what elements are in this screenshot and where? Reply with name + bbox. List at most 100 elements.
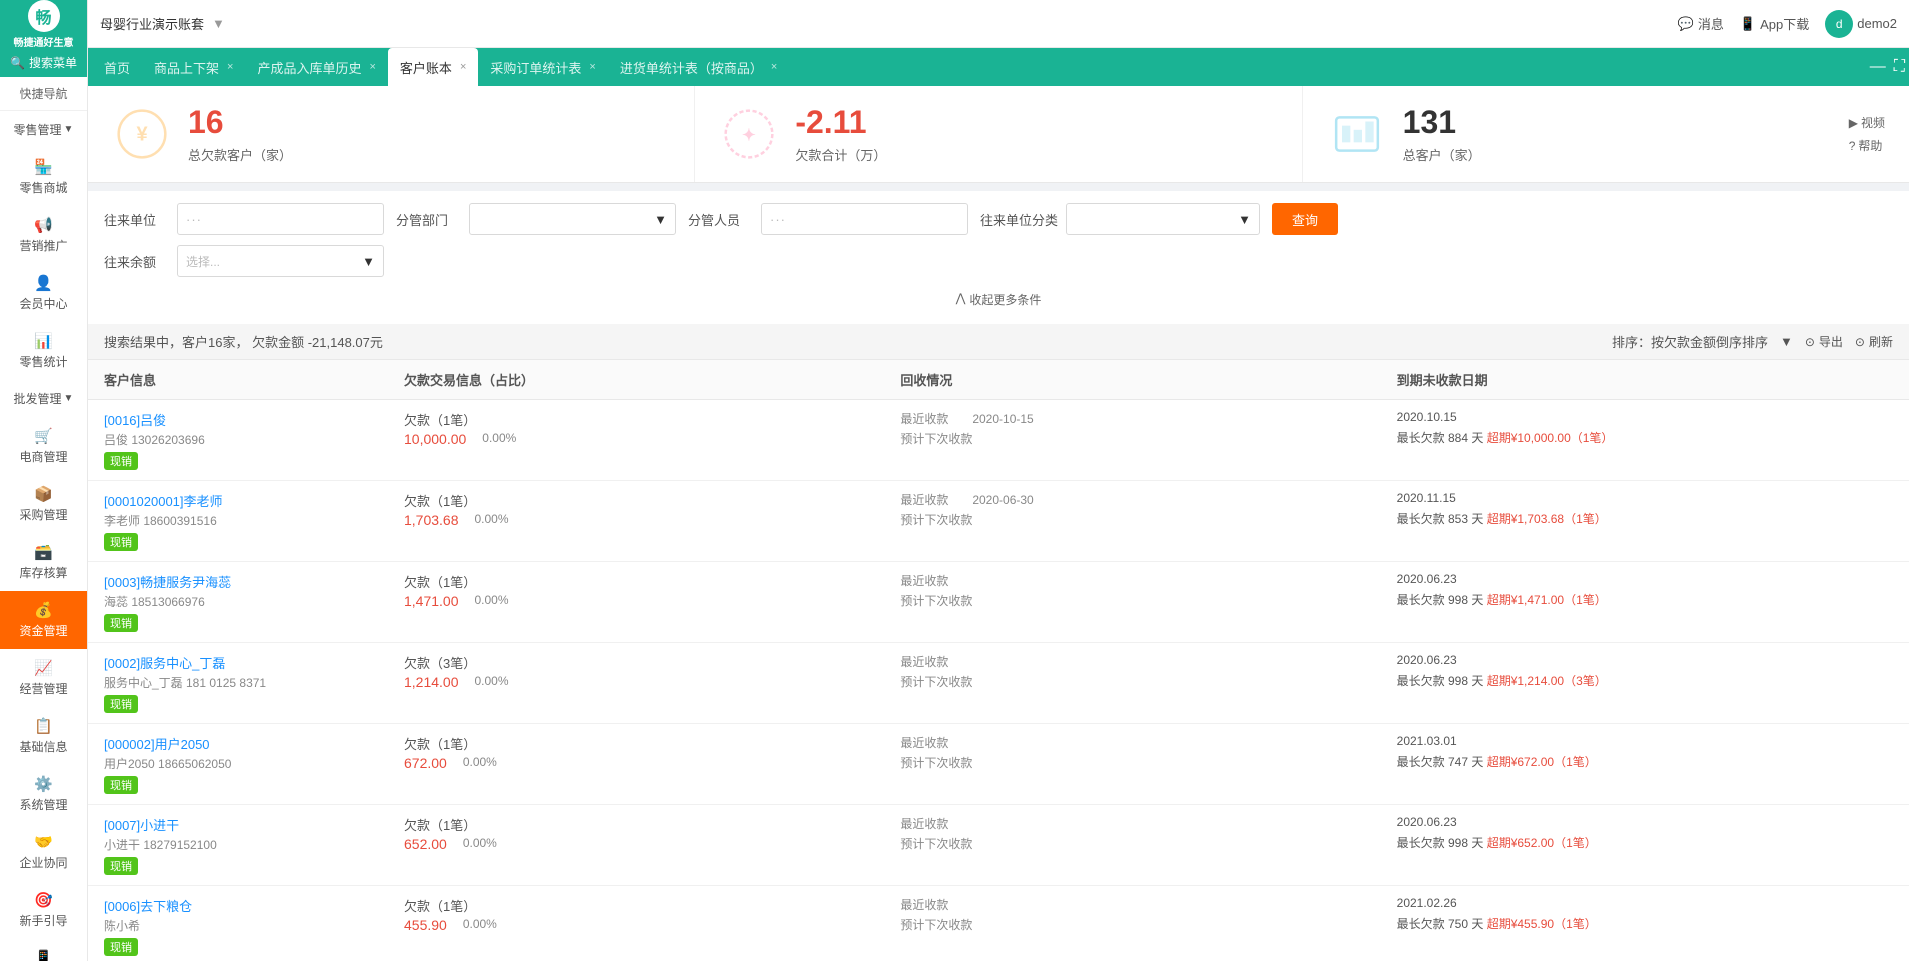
- chevron-down-icon: ▼: [212, 16, 225, 31]
- sidebar-item-label: 批发管理: [14, 390, 62, 407]
- debt-count: 欠款（1笔）: [404, 896, 476, 915]
- customer-name-link[interactable]: [000002]用户2050: [104, 737, 210, 752]
- filter-category-select[interactable]: ▼: [1066, 203, 1260, 235]
- sidebar-search-menu[interactable]: 🔍 搜索菜单: [0, 48, 87, 77]
- overdue-amount-link[interactable]: 超期¥672.00（1笔）: [1487, 755, 1597, 769]
- next-recovery-label: 预计下次收款: [900, 592, 1396, 609]
- sidebar-item-member[interactable]: 👤 会员中心: [0, 264, 87, 322]
- help-btn[interactable]: ? 帮助: [1849, 137, 1885, 154]
- gear-icon: ⚙️: [34, 775, 53, 793]
- overdue-amount-link[interactable]: 超期¥1,214.00（3笔）: [1487, 674, 1607, 688]
- finance-icon: 💰: [34, 601, 53, 619]
- debt-amount: 652.00: [404, 836, 447, 852]
- customer-name-link[interactable]: [0006]去下粮仓: [104, 899, 192, 914]
- sidebar-item-inventory[interactable]: 🗃️ 库存核算: [0, 533, 87, 591]
- tab-purchase-order[interactable]: 采购订单统计表 ×: [478, 48, 607, 86]
- filter-customer-input[interactable]: ···: [177, 203, 384, 235]
- sidebar-logo: 畅 畅捷通好生意: [0, 0, 87, 48]
- user-avatar[interactable]: d demo2: [1825, 10, 1897, 38]
- customer-name-link[interactable]: [0002]服务中心_丁磊: [104, 656, 225, 671]
- sidebar-item-retail-stats[interactable]: 📊 零售统计: [0, 322, 87, 380]
- overdue-days: 最长欠款 853 天 超期¥1,703.68（1笔）: [1397, 510, 1893, 527]
- help-icon: ?: [1849, 139, 1856, 153]
- sidebar-item-marketing[interactable]: 📢 营销推广: [0, 206, 87, 264]
- app-icon: 📱: [34, 949, 53, 961]
- sidebar-item-new-guide[interactable]: 🎯 新手引导: [0, 881, 87, 939]
- sidebar-item-ecommerce[interactable]: 🛒 电商管理: [0, 417, 87, 475]
- sidebar-item-label: 采购管理: [19, 506, 67, 523]
- debt-percent: 0.00%: [463, 755, 497, 769]
- debt-count: 欠款（1笔）: [404, 734, 476, 753]
- sidebar-item-basic[interactable]: 📋 基础信息: [0, 707, 87, 765]
- filter-balance-select[interactable]: 选择... ▼: [177, 245, 384, 277]
- video-btn[interactable]: ▶ 视频: [1849, 114, 1885, 131]
- tabs-maximize-btn[interactable]: ⛶: [1894, 58, 1905, 76]
- sidebar-item-purchase[interactable]: 📦 采购管理: [0, 475, 87, 533]
- customer-name-link[interactable]: [0007]小进干: [104, 818, 179, 833]
- customer-name-link[interactable]: [0001020001]李老师: [104, 494, 223, 509]
- tab-instock-stats[interactable]: 进货单统计表（按商品） ×: [608, 48, 789, 86]
- tab-product-off[interactable]: 商品上下架 ×: [142, 48, 245, 86]
- refresh-btn[interactable]: ⊙ 刷新: [1855, 333, 1893, 350]
- filter-dots2: ···: [770, 212, 786, 227]
- sidebar-item-app-center[interactable]: 📱 应用中心: [0, 939, 87, 961]
- collapse-filters-btn[interactable]: ⋀ 收起更多条件: [104, 287, 1893, 312]
- export-btn[interactable]: ⊙ 导出: [1805, 333, 1843, 350]
- tab-label: 客户账本: [400, 58, 452, 77]
- sidebar-item-label: 会员中心: [19, 295, 67, 312]
- stats-row: ¥ 16 总欠款客户（家） ✦: [88, 86, 1909, 183]
- tab-close-icon[interactable]: ×: [369, 61, 375, 73]
- sidebar-quick-nav[interactable]: 快捷导航: [0, 77, 87, 111]
- sidebar-item-batch-mgmt[interactable]: 批发管理 ▼: [0, 380, 87, 417]
- customer-name-link[interactable]: [0003]畅捷服务尹海蕊: [104, 575, 231, 590]
- tab-close-icon[interactable]: ×: [589, 61, 595, 73]
- sidebar-item-retail-mall[interactable]: 🏪 零售商城: [0, 148, 87, 206]
- debt-amount: 1,214.00: [404, 674, 459, 690]
- customer-phone: 用户2050 18665062050: [104, 755, 404, 772]
- filter-dept-select[interactable]: ▼: [469, 203, 676, 235]
- overdue-amount-link[interactable]: 超期¥455.90（1笔）: [1487, 917, 1597, 931]
- app-download-btn[interactable]: 📱 App下载: [1740, 14, 1809, 33]
- stat-card-debt-total: ✦ -2.11 欠款合计（万）: [695, 86, 1302, 182]
- tab-product-history[interactable]: 产成品入库单历史 ×: [245, 48, 387, 86]
- overdue-date: 2020.06.23: [1397, 572, 1893, 586]
- filter-balance: 往来余额 选择... ▼: [104, 245, 384, 277]
- results-amount: 欠款金额 -21,148.07元: [252, 335, 383, 350]
- customer-phone: 李老师 18600391516: [104, 512, 404, 529]
- tab-close-icon[interactable]: ×: [460, 61, 466, 73]
- col-overdue: 到期未收款日期: [1397, 370, 1893, 389]
- purchase-icon: 📦: [34, 485, 53, 503]
- filter-area: 往来单位 ··· 分管部门 ▼ 分管人员: [88, 191, 1909, 324]
- overdue-days: 最长欠款 750 天 超期¥455.90（1笔）: [1397, 915, 1893, 932]
- debt-total-number: -2.11: [795, 104, 886, 141]
- sidebar-item-label: 基础信息: [19, 738, 67, 755]
- overdue-amount-link[interactable]: 超期¥1,471.00（1笔）: [1487, 593, 1607, 607]
- overdue-amount-link[interactable]: 超期¥10,000.00（1笔）: [1487, 431, 1614, 445]
- customer-phone: 服务中心_丁磊 181 0125 8371: [104, 674, 404, 691]
- tab-customer-account[interactable]: 客户账本 ×: [388, 48, 478, 86]
- sidebar-item-operations[interactable]: 📈 经营管理: [0, 649, 87, 707]
- overdue-amount-link[interactable]: 超期¥652.00（1笔）: [1487, 836, 1597, 850]
- sidebar-item-label: 营销推广: [19, 237, 67, 254]
- tab-close-icon[interactable]: ×: [227, 61, 233, 73]
- overdue-amount-link[interactable]: 超期¥1,703.68（1笔）: [1487, 512, 1607, 526]
- tab-close-icon[interactable]: ×: [771, 61, 777, 73]
- sidebar-item-retail-mgmt[interactable]: 零售管理 ▼: [0, 111, 87, 148]
- debt-count: 欠款（1笔）: [404, 572, 476, 591]
- table-row: [000002]用户2050 用户2050 18665062050 现销 欠款（…: [88, 724, 1909, 805]
- tab-home[interactable]: 首页: [92, 48, 142, 86]
- total-customers-label: 总客户（家）: [1403, 145, 1481, 164]
- filter-person: 分管人员 ···: [688, 203, 968, 235]
- sidebar-item-finance[interactable]: 💰 资金管理: [0, 591, 87, 649]
- filter-person-input[interactable]: ···: [761, 203, 968, 235]
- sidebar-item-enterprise[interactable]: 🤝 企业协同: [0, 823, 87, 881]
- overdue-days: 最长欠款 747 天 超期¥672.00（1笔）: [1397, 753, 1893, 770]
- message-btn[interactable]: 💬 消息: [1678, 14, 1724, 33]
- sidebar-item-system[interactable]: ⚙️ 系统管理: [0, 765, 87, 823]
- customer-name-link[interactable]: [0016]吕俊: [104, 413, 166, 428]
- sidebar-item-label: 经营管理: [19, 680, 67, 697]
- next-recovery-label: 预计下次收款: [900, 673, 1396, 690]
- customer-badge: 现销: [104, 695, 138, 713]
- search-button[interactable]: 查询: [1272, 203, 1338, 235]
- tabs-minimize-btn[interactable]: —: [1870, 58, 1886, 76]
